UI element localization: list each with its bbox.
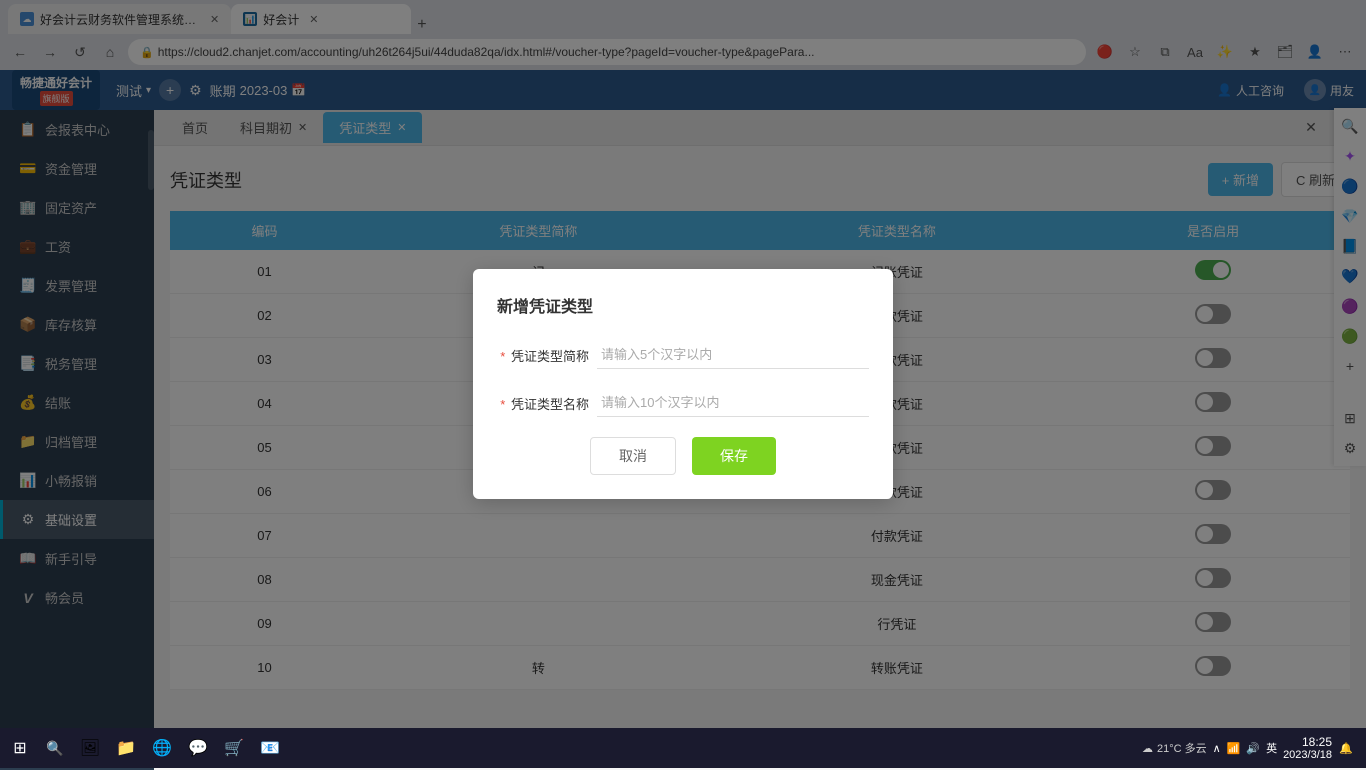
weather-text: 21°C 多云	[1157, 740, 1207, 756]
taskbar-search-button[interactable]: 🔍	[40, 733, 70, 763]
short-name-input[interactable]	[597, 341, 869, 369]
new-voucher-type-modal: 新增凭证类型 * 凭证类型简称 * 凭证类型名称 取消 保存	[473, 269, 893, 499]
taskbar-edge[interactable]: 🌐	[146, 732, 178, 764]
taskbar-wechat[interactable]: 💬	[182, 732, 214, 764]
weather-icon: ☁	[1142, 742, 1153, 755]
tray-volume: 🔊	[1246, 742, 1260, 755]
short-name-label: * 凭证类型简称	[497, 346, 597, 365]
start-button[interactable]: ⊞	[4, 732, 36, 764]
current-time: 18:25	[1283, 735, 1332, 749]
cancel-button[interactable]: 取消	[590, 437, 676, 475]
notification-button[interactable]: 🔔	[1338, 740, 1354, 756]
modal-overlay: 新增凭证类型 * 凭证类型简称 * 凭证类型名称 取消 保存	[0, 0, 1366, 768]
taskbar-weather: ☁ 21°C 多云	[1142, 740, 1207, 756]
required-mark-1: *	[500, 349, 505, 364]
current-date: 2023/3/18	[1283, 749, 1332, 761]
taskbar-explorer[interactable]: 📁	[110, 732, 142, 764]
full-name-label: * 凭证类型名称	[497, 394, 597, 413]
taskbar-mail[interactable]: 📧	[254, 732, 286, 764]
form-row-short-name: * 凭证类型简称	[497, 341, 869, 369]
modal-footer: 取消 保存	[497, 437, 869, 475]
tray-network: 📶	[1227, 742, 1241, 755]
taskbar-shop[interactable]: 🛒	[218, 732, 250, 764]
taskbar: ⊞ 🔍 🖼 📁 🌐 💬 🛒 📧 ☁ 21°C 多云 ∧ 📶 🔊 英 18:25 …	[0, 728, 1366, 768]
save-button[interactable]: 保存	[692, 437, 776, 475]
taskbar-multitask[interactable]: 🖼	[74, 732, 106, 764]
taskbar-tray: ☁ 21°C 多云 ∧ 📶 🔊 英 18:25 2023/3/18 🔔	[1134, 735, 1362, 761]
full-name-input[interactable]	[597, 389, 869, 417]
tray-chevron[interactable]: ∧	[1213, 742, 1221, 755]
form-row-full-name: * 凭证类型名称	[497, 389, 869, 417]
required-mark-2: *	[500, 397, 505, 412]
tray-lang: 英	[1266, 740, 1277, 756]
taskbar-time: 18:25 2023/3/18	[1283, 735, 1332, 761]
modal-title: 新增凭证类型	[497, 293, 869, 317]
